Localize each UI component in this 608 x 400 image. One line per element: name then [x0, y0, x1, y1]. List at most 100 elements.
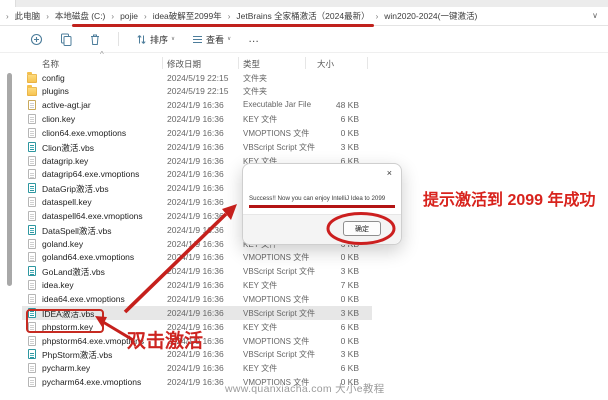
file-row[interactable]: Clion激活.vbs2024/1/9 16:36VBScript Script… — [22, 140, 372, 154]
file-size: 0 KB — [297, 336, 359, 346]
column-separator[interactable] — [238, 57, 239, 69]
folder-icon — [27, 74, 37, 83]
column-header-size[interactable]: 大小 — [317, 58, 334, 70]
column-header-name[interactable]: 名称 — [42, 58, 59, 70]
column-separator[interactable] — [367, 57, 368, 69]
vmoptions-icon — [28, 169, 36, 179]
file-type: 文件夹 — [243, 86, 267, 97]
file-row[interactable]: goland64.exe.vmoptions2024/1/9 16:36VMOP… — [22, 251, 372, 265]
file-name: clion.key — [42, 114, 75, 124]
file-size: 3 KB — [297, 266, 359, 276]
watermark: www.quanxiacha.com 大小e教程 — [225, 381, 385, 396]
vmoptions-icon — [28, 336, 36, 346]
file-row[interactable]: GoLand激活.vbs2024/1/9 16:36VBScript Scrip… — [22, 265, 372, 279]
file-size: 0 KB — [297, 252, 359, 262]
breadcrumb-item[interactable]: pojie — [120, 11, 138, 21]
breadcrumb-separator-icon: › — [46, 12, 49, 21]
file-name: datagrip64.exe.vmoptions — [42, 169, 139, 179]
file-date: 2024/1/9 16:36 — [167, 211, 224, 221]
file-size: 0 KB — [297, 128, 359, 138]
chevron-down-icon: ∨ — [227, 36, 231, 42]
file-type: KEY 文件 — [243, 322, 277, 333]
file-row[interactable]: config2024/5/19 22:15文件夹 — [22, 71, 372, 85]
file-name: plugins — [42, 86, 69, 96]
file-row[interactable]: clion64.exe.vmoptions2024/1/9 16:36VMOPT… — [22, 126, 372, 140]
file-size: 3 KB — [297, 308, 359, 318]
sort-label: 排序 — [150, 33, 168, 46]
selected-file-red-box-annotation — [26, 309, 104, 333]
file-name: clion64.exe.vmoptions — [42, 128, 126, 138]
file-size: 3 KB — [297, 142, 359, 152]
file-type: KEY 文件 — [243, 280, 277, 291]
file-list-header: ^ 名称 修改日期 类型 大小 — [22, 56, 372, 70]
breadcrumb-item[interactable]: 本地磁盘 (C:) — [55, 10, 106, 22]
more-options-button[interactable]: … — [248, 33, 260, 45]
breadcrumb-item[interactable]: idea破解至2099年 — [153, 10, 222, 22]
file-date: 2024/1/9 16:36 — [167, 294, 224, 304]
delete-button[interactable] — [89, 33, 101, 46]
column-header-date[interactable]: 修改日期 — [167, 58, 201, 70]
file-size: 6 KB — [297, 114, 359, 124]
key-icon — [28, 114, 36, 124]
column-header-type[interactable]: 类型 — [243, 58, 260, 70]
breadcrumb-item[interactable]: JetBrains 全家桶激活（2024最新） — [236, 10, 369, 22]
file-row[interactable]: active-agt.jar2024/1/9 16:36Executable J… — [22, 99, 372, 113]
dialog-message: Success!! Now you can enjoy IntelliJ Ide… — [249, 195, 385, 202]
vmoptions-icon — [28, 377, 36, 387]
trash-icon — [89, 33, 101, 46]
toolbar: 排序 ∨ 查看 ∨ … — [0, 26, 608, 53]
breadcrumb-separator-icon: › — [228, 12, 231, 21]
key-icon — [28, 363, 36, 373]
dialog-red-underline-annotation — [249, 205, 395, 208]
breadcrumb-separator-icon: › — [111, 12, 114, 21]
sort-button[interactable]: 排序 ∨ — [136, 33, 175, 46]
view-label: 查看 — [206, 33, 224, 46]
chevron-down-icon: ∨ — [171, 36, 175, 42]
toolbar-divider — [118, 32, 119, 46]
column-separator[interactable] — [162, 57, 163, 69]
vbs-icon — [28, 183, 36, 193]
sort-ascending-caret-icon: ^ — [100, 50, 104, 59]
breadcrumb-separator-icon: › — [376, 12, 379, 21]
new-item-button[interactable] — [30, 33, 43, 46]
file-name: PhpStorm激活.vbs — [42, 349, 112, 361]
vmoptions-icon — [28, 294, 36, 304]
close-icon[interactable]: × — [387, 169, 392, 178]
file-date: 2024/1/9 16:36 — [167, 308, 224, 318]
file-row[interactable]: idea64.exe.vmoptions2024/1/9 16:36VMOPTI… — [22, 293, 372, 307]
breadcrumb-dropdown-icon[interactable]: ∨ — [592, 11, 598, 20]
file-name: Clion激活.vbs — [42, 142, 94, 154]
copy-button[interactable] — [60, 33, 72, 46]
file-name: dataspell64.exe.vmoptions — [42, 211, 143, 221]
clipboard-icon — [60, 33, 72, 46]
breadcrumb-red-underline-annotation — [72, 24, 374, 27]
file-name: DataGrip激活.vbs — [42, 183, 109, 195]
file-name: config — [42, 73, 65, 83]
file-row[interactable]: clion.key2024/1/9 16:36KEY 文件6 KB — [22, 113, 372, 127]
breadcrumb-item[interactable]: 此电脑 — [15, 10, 41, 22]
file-name: DataSpell激活.vbs — [42, 225, 111, 237]
view-button[interactable]: 查看 ∨ — [192, 33, 231, 46]
key-icon — [28, 156, 36, 166]
file-row[interactable]: plugins 2024/5/19 22:15 文件夹 — [22, 85, 372, 99]
vbs-icon — [28, 142, 36, 152]
ok-button[interactable]: 确定 — [343, 221, 381, 236]
file-date: 2024/1/9 16:36 — [167, 239, 224, 249]
file-row[interactable]: idea.key2024/1/9 16:36KEY 文件7 KB — [22, 279, 372, 293]
file-name: goland.key — [42, 239, 83, 249]
file-name: datagrip.key — [42, 156, 88, 166]
file-name: pycharm.key — [42, 363, 90, 373]
column-separator[interactable] — [305, 57, 306, 69]
file-row[interactable]: pycharm.key2024/1/9 16:36KEY 文件6 KB — [22, 362, 372, 376]
nav-pane-scrollbar[interactable] — [7, 73, 12, 286]
key-icon — [28, 197, 36, 207]
breadcrumb-item[interactable]: win2020-2024(一键激活) — [384, 10, 477, 22]
file-date: 2024/5/19 22:15 — [167, 86, 228, 96]
activation-success-dialog: × Success!! Now you can enjoy IntelliJ I… — [242, 163, 402, 245]
key-icon — [28, 239, 36, 249]
file-date: 2024/1/9 16:36 — [167, 252, 224, 262]
vbs-icon — [28, 225, 36, 235]
breadcrumb-separator-icon: › — [6, 12, 9, 21]
window-tab-fragment — [0, 0, 16, 7]
file-name: goland64.exe.vmoptions — [42, 252, 134, 262]
